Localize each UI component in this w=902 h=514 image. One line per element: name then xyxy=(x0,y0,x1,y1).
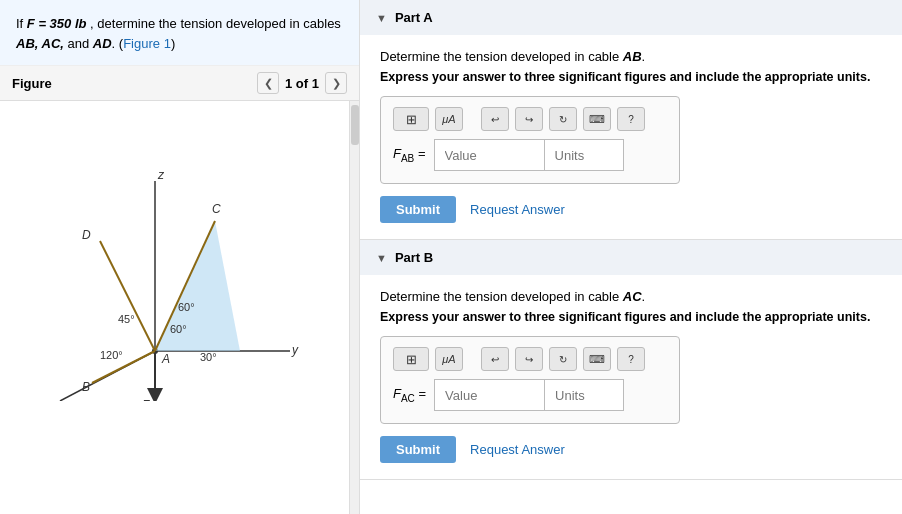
part-a-submit-button[interactable]: Submit xyxy=(380,196,456,223)
part-b-submit-button[interactable]: Submit xyxy=(380,436,456,463)
undo-icon-b: ↩ xyxy=(491,354,499,365)
svg-text:x: x xyxy=(43,398,51,401)
cable-ad: AD xyxy=(93,36,112,51)
part-a-arrow: ▼ xyxy=(376,12,387,24)
refresh-icon-b: ↻ xyxy=(559,354,567,365)
next-figure-button[interactable]: ❯ xyxy=(325,72,347,94)
prev-figure-button[interactable]: ❮ xyxy=(257,72,279,94)
undo-button-b[interactable]: ↩ xyxy=(481,347,509,371)
svg-text:60°: 60° xyxy=(178,301,195,313)
figure-label: Figure xyxy=(12,76,52,91)
refresh-button-b[interactable]: ↻ xyxy=(549,347,577,371)
part-b-header[interactable]: ▼ Part B xyxy=(360,240,902,275)
svg-text:30°: 30° xyxy=(200,351,217,363)
part-a-label: Part A xyxy=(395,10,433,25)
redo-icon-a: ↪ xyxy=(525,114,533,125)
undo-button-a[interactable]: ↩ xyxy=(481,107,509,131)
part-a-request-link[interactable]: Request Answer xyxy=(470,202,565,217)
redo-button-b[interactable]: ↪ xyxy=(515,347,543,371)
part-a-units-input[interactable] xyxy=(544,139,624,171)
part-b-input-row: FAC = xyxy=(393,379,667,411)
part-a-instruction: Determine the tension developed in cable… xyxy=(380,49,882,64)
svg-text:z: z xyxy=(157,168,165,182)
part-a-answer-box: ⊞ μA ↩ ↪ ↻ ⌨ xyxy=(380,96,680,184)
help-button-b[interactable]: ? xyxy=(617,347,645,371)
redo-button-a[interactable]: ↪ xyxy=(515,107,543,131)
left-panel: If F = 350 lb , determine the tension de… xyxy=(0,0,360,514)
part-b-content: Determine the tension developed in cable… xyxy=(360,275,902,479)
svg-text:A: A xyxy=(161,352,170,366)
part-b-instruction: Determine the tension developed in cable… xyxy=(380,289,882,304)
help-button-a[interactable]: ? xyxy=(617,107,645,131)
part-b-arrow: ▼ xyxy=(376,252,387,264)
mu-icon-b: μA xyxy=(442,353,455,365)
svg-text:F: F xyxy=(142,398,150,401)
help-icon-b: ? xyxy=(628,354,634,365)
part-a-cable: AB xyxy=(623,49,642,64)
svg-text:y: y xyxy=(291,343,299,357)
figure-section: Figure ❮ 1 of 1 ❯ z y x xyxy=(0,66,359,514)
svg-text:60°: 60° xyxy=(170,323,187,335)
part-a-action-row: Submit Request Answer xyxy=(380,196,882,223)
part-b-answer-box: ⊞ μA ↩ ↪ ↻ ⌨ xyxy=(380,336,680,424)
svg-text:D: D xyxy=(82,228,91,242)
mu-button-a[interactable]: μA xyxy=(435,107,463,131)
keyboard-icon-b: ⌨ xyxy=(589,353,605,366)
part-a-content: Determine the tension developed in cable… xyxy=(360,35,902,239)
grid-icon-button-b[interactable]: ⊞ xyxy=(393,347,429,371)
figure-page: 1 of 1 xyxy=(285,76,319,91)
figure-header: Figure ❮ 1 of 1 ❯ xyxy=(0,66,359,101)
part-b-request-link[interactable]: Request Answer xyxy=(470,442,565,457)
refresh-icon-a: ↻ xyxy=(559,114,567,125)
part-b-action-row: Submit Request Answer xyxy=(380,436,882,463)
part-a-section: ▼ Part A Determine the tension developed… xyxy=(360,0,902,240)
part-a-header[interactable]: ▼ Part A xyxy=(360,0,902,35)
undo-icon-a: ↩ xyxy=(491,114,499,125)
part-b-units-input[interactable] xyxy=(544,379,624,411)
problem-text: If F = 350 lb , determine the tension de… xyxy=(0,0,359,66)
part-a-instruction-bold: Express your answer to three significant… xyxy=(380,70,882,84)
right-panel: ▼ Part A Determine the tension developed… xyxy=(360,0,902,514)
part-a-input-row: FAB = xyxy=(393,139,667,171)
part-a-value-input[interactable] xyxy=(434,139,544,171)
keyboard-icon-a: ⌨ xyxy=(589,113,605,126)
help-icon-a: ? xyxy=(628,114,634,125)
refresh-button-a[interactable]: ↻ xyxy=(549,107,577,131)
svg-text:C: C xyxy=(212,202,221,216)
scrollbar[interactable] xyxy=(349,101,359,514)
svg-text:120°: 120° xyxy=(100,349,123,361)
part-b-input-label: FAC = xyxy=(393,386,426,404)
figure-nav: ❮ 1 of 1 ❯ xyxy=(257,72,347,94)
figure-link[interactable]: Figure 1 xyxy=(123,36,171,51)
part-a-toolbar: ⊞ μA ↩ ↪ ↻ ⌨ xyxy=(393,107,667,131)
redo-icon-b: ↪ xyxy=(525,354,533,365)
grid-icon-button-a[interactable]: ⊞ xyxy=(393,107,429,131)
svg-text:45°: 45° xyxy=(118,313,135,325)
part-a-input-label: FAB = xyxy=(393,146,426,164)
figure-canvas: z y x A D C xyxy=(0,101,359,514)
cable-ab: AB, AC, xyxy=(16,36,64,51)
part-b-cable: AC xyxy=(623,289,642,304)
problem-statement: If F = 350 lb , determine the tension de… xyxy=(16,16,341,51)
grid-icon-a: ⊞ xyxy=(406,112,417,127)
svg-marker-8 xyxy=(155,221,240,351)
keyboard-button-b[interactable]: ⌨ xyxy=(583,347,611,371)
part-b-label: Part B xyxy=(395,250,433,265)
mu-icon-a: μA xyxy=(442,113,455,125)
force-variable: F = 350 lb xyxy=(27,16,87,31)
part-b-toolbar: ⊞ μA ↩ ↪ ↻ ⌨ xyxy=(393,347,667,371)
part-b-section: ▼ Part B Determine the tension developed… xyxy=(360,240,902,480)
part-b-value-input[interactable] xyxy=(434,379,544,411)
svg-line-9 xyxy=(100,241,155,351)
svg-text:B: B xyxy=(82,380,90,394)
grid-icon-b: ⊞ xyxy=(406,352,417,367)
scrollbar-thumb[interactable] xyxy=(351,105,359,145)
figure-svg: z y x A D C xyxy=(0,101,340,401)
part-b-instruction-bold: Express your answer to three significant… xyxy=(380,310,882,324)
mu-button-b[interactable]: μA xyxy=(435,347,463,371)
keyboard-button-a[interactable]: ⌨ xyxy=(583,107,611,131)
